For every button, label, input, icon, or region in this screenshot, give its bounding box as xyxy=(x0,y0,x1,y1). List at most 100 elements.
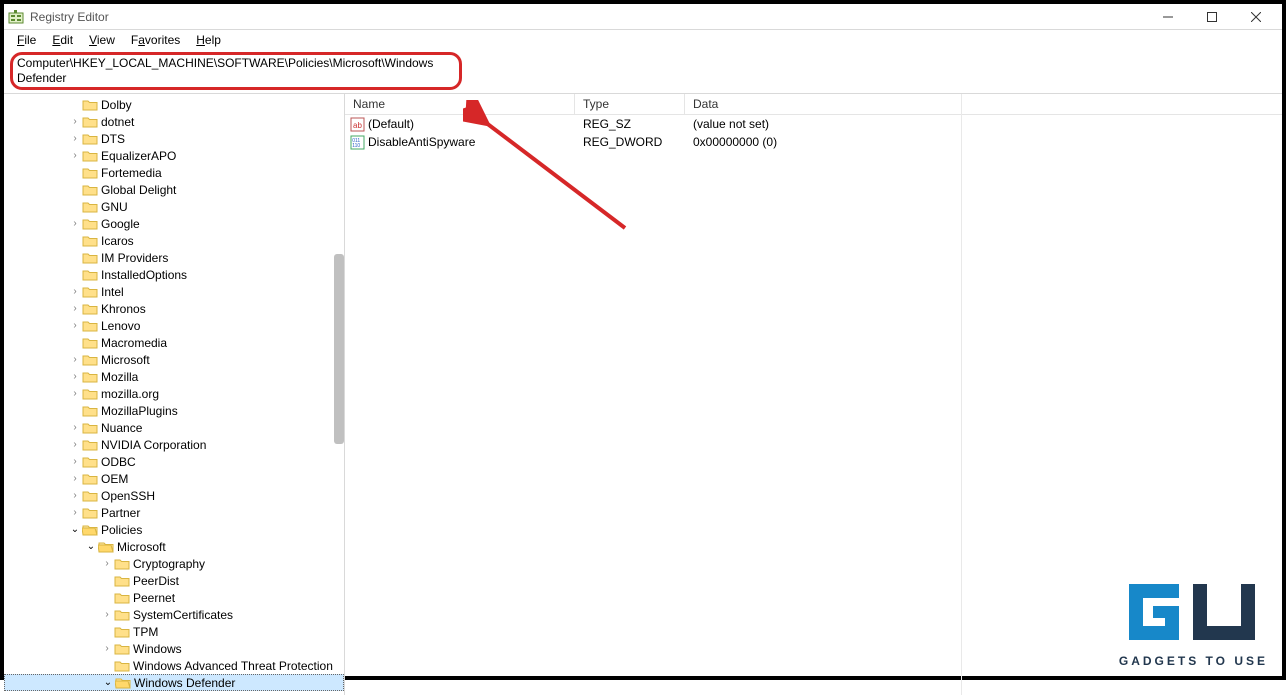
folder-icon xyxy=(82,132,98,146)
tree-item[interactable]: Macromedia xyxy=(4,334,344,351)
tree-item[interactable]: ›EqualizerAPO xyxy=(4,147,344,164)
tree-item-label: Macromedia xyxy=(101,334,171,352)
tree-item-label: Dolby xyxy=(101,96,136,114)
tree-item[interactable]: Policy Manager xyxy=(4,691,344,695)
tree-item-label: SystemCertificates xyxy=(133,606,237,624)
tree-item[interactable]: MozillaPlugins xyxy=(4,402,344,419)
col-name[interactable]: Name xyxy=(345,94,575,114)
folder-icon xyxy=(82,404,98,418)
tree-item[interactable]: Dolby xyxy=(4,96,344,113)
value-data: (value not set) xyxy=(685,117,1282,131)
folder-icon xyxy=(82,370,98,384)
folder-icon xyxy=(82,268,98,282)
tree-item-label: Global Delight xyxy=(101,181,180,199)
value-row[interactable]: ab(Default)REG_SZ(value not set) xyxy=(345,115,1282,133)
folder-icon xyxy=(82,115,98,129)
menu-help[interactable]: Help xyxy=(189,32,228,48)
registry-tree[interactable]: Dolby›dotnet›DTS›EqualizerAPOFortemediaG… xyxy=(4,96,344,695)
values-pane[interactable]: Name Type Data ab(Default)REG_SZ(value n… xyxy=(345,94,1282,695)
folder-icon xyxy=(114,591,130,605)
tree-item[interactable]: Global Delight xyxy=(4,181,344,198)
tree-item[interactable]: ›NVIDIA Corporation xyxy=(4,436,344,453)
maximize-button[interactable] xyxy=(1190,4,1234,30)
tree-item[interactable]: PeerDist xyxy=(4,572,344,589)
menu-file[interactable]: File xyxy=(10,32,43,48)
folder-icon xyxy=(82,285,98,299)
address-path[interactable]: Computer\HKEY_LOCAL_MACHINE\SOFTWARE\Pol… xyxy=(17,56,433,85)
tree-item-label: EqualizerAPO xyxy=(101,147,180,165)
tree-item[interactable]: InstalledOptions xyxy=(4,266,344,283)
folder-icon xyxy=(82,472,98,486)
tree-item[interactable]: ⌄Policies xyxy=(4,521,344,538)
menu-favorites[interactable]: Favorites xyxy=(124,32,187,48)
tree-item[interactable]: ›OpenSSH xyxy=(4,487,344,504)
tree-item-label: Fortemedia xyxy=(101,164,166,182)
folder-icon xyxy=(114,625,130,639)
tree-item[interactable]: ›Partner xyxy=(4,504,344,521)
col-data[interactable]: Data xyxy=(685,94,1282,114)
tree-item[interactable]: ›Lenovo xyxy=(4,317,344,334)
tree-item[interactable]: ›DTS xyxy=(4,130,344,147)
value-data: 0x00000000 (0) xyxy=(685,135,1282,149)
tree-item[interactable]: ›Khronos xyxy=(4,300,344,317)
tree-item[interactable]: ›Microsoft xyxy=(4,351,344,368)
tree-item-label: Mozilla xyxy=(101,368,142,386)
tree-item-label: InstalledOptions xyxy=(101,266,191,284)
tree-item[interactable]: GNU xyxy=(4,198,344,215)
tree-item[interactable]: ›Google xyxy=(4,215,344,232)
folder-icon xyxy=(82,353,98,367)
tree-item-label: Khronos xyxy=(101,300,150,318)
folder-icon xyxy=(98,540,114,554)
tree-item[interactable]: ›OEM xyxy=(4,470,344,487)
tree-item-label: OpenSSH xyxy=(101,487,159,505)
tree-item[interactable]: ›ODBC xyxy=(4,453,344,470)
tree-item[interactable]: IM Providers xyxy=(4,249,344,266)
tree-item[interactable]: ›mozilla.org xyxy=(4,385,344,402)
folder-icon xyxy=(114,659,130,673)
folder-icon xyxy=(82,217,98,231)
close-button[interactable] xyxy=(1234,4,1278,30)
folder-icon xyxy=(82,302,98,316)
folder-icon xyxy=(82,98,98,112)
folder-icon xyxy=(82,523,98,537)
svg-text:110: 110 xyxy=(352,143,360,149)
minimize-button[interactable] xyxy=(1146,4,1190,30)
tree-item[interactable]: ›Intel xyxy=(4,283,344,300)
values-list[interactable]: ab(Default)REG_SZ(value not set)011110Di… xyxy=(345,115,1282,151)
tree-item-label: Cryptography xyxy=(133,555,209,573)
content-area: Dolby›dotnet›DTS›EqualizerAPOFortemediaG… xyxy=(4,93,1282,695)
tree-scrollbar[interactable] xyxy=(334,254,344,444)
tree-item[interactable]: ⌄Windows Defender xyxy=(4,674,344,691)
menu-view[interactable]: View xyxy=(82,32,122,48)
tree-item[interactable]: TPM xyxy=(4,623,344,640)
tree-item[interactable]: ›Cryptography xyxy=(4,555,344,572)
folder-icon xyxy=(82,506,98,520)
tree-item-label: Nuance xyxy=(101,419,146,437)
tree-item[interactable]: ›dotnet xyxy=(4,113,344,130)
folder-icon xyxy=(82,234,98,248)
tree-item[interactable]: ›SystemCertificates xyxy=(4,606,344,623)
addressbar-highlight: Computer\HKEY_LOCAL_MACHINE\SOFTWARE\Pol… xyxy=(10,52,462,90)
folder-icon xyxy=(82,319,98,333)
tree-pane[interactable]: Dolby›dotnet›DTS›EqualizerAPOFortemediaG… xyxy=(4,94,345,695)
tree-item[interactable]: Peernet xyxy=(4,589,344,606)
tree-item[interactable]: ⌄Microsoft xyxy=(4,538,344,555)
menu-edit[interactable]: Edit xyxy=(45,32,80,48)
value-row[interactable]: 011110DisableAntiSpywareREG_DWORD0x00000… xyxy=(345,133,1282,151)
tree-item[interactable]: ›Windows xyxy=(4,640,344,657)
folder-icon xyxy=(82,438,98,452)
folder-icon xyxy=(82,455,98,469)
tree-item[interactable]: ›Nuance xyxy=(4,419,344,436)
folder-icon xyxy=(82,200,98,214)
tree-item[interactable]: Fortemedia xyxy=(4,164,344,181)
tree-item-label: GNU xyxy=(101,198,132,216)
tree-item-label: Peernet xyxy=(133,589,179,607)
tree-item-label: PeerDist xyxy=(133,572,183,590)
tree-item[interactable]: Windows Advanced Threat Protection xyxy=(4,657,344,674)
tree-item-label: Policies xyxy=(101,521,146,539)
tree-item[interactable]: ›Mozilla xyxy=(4,368,344,385)
folder-icon xyxy=(82,387,98,401)
col-type[interactable]: Type xyxy=(575,94,685,114)
folder-icon xyxy=(82,336,98,350)
tree-item[interactable]: Icaros xyxy=(4,232,344,249)
